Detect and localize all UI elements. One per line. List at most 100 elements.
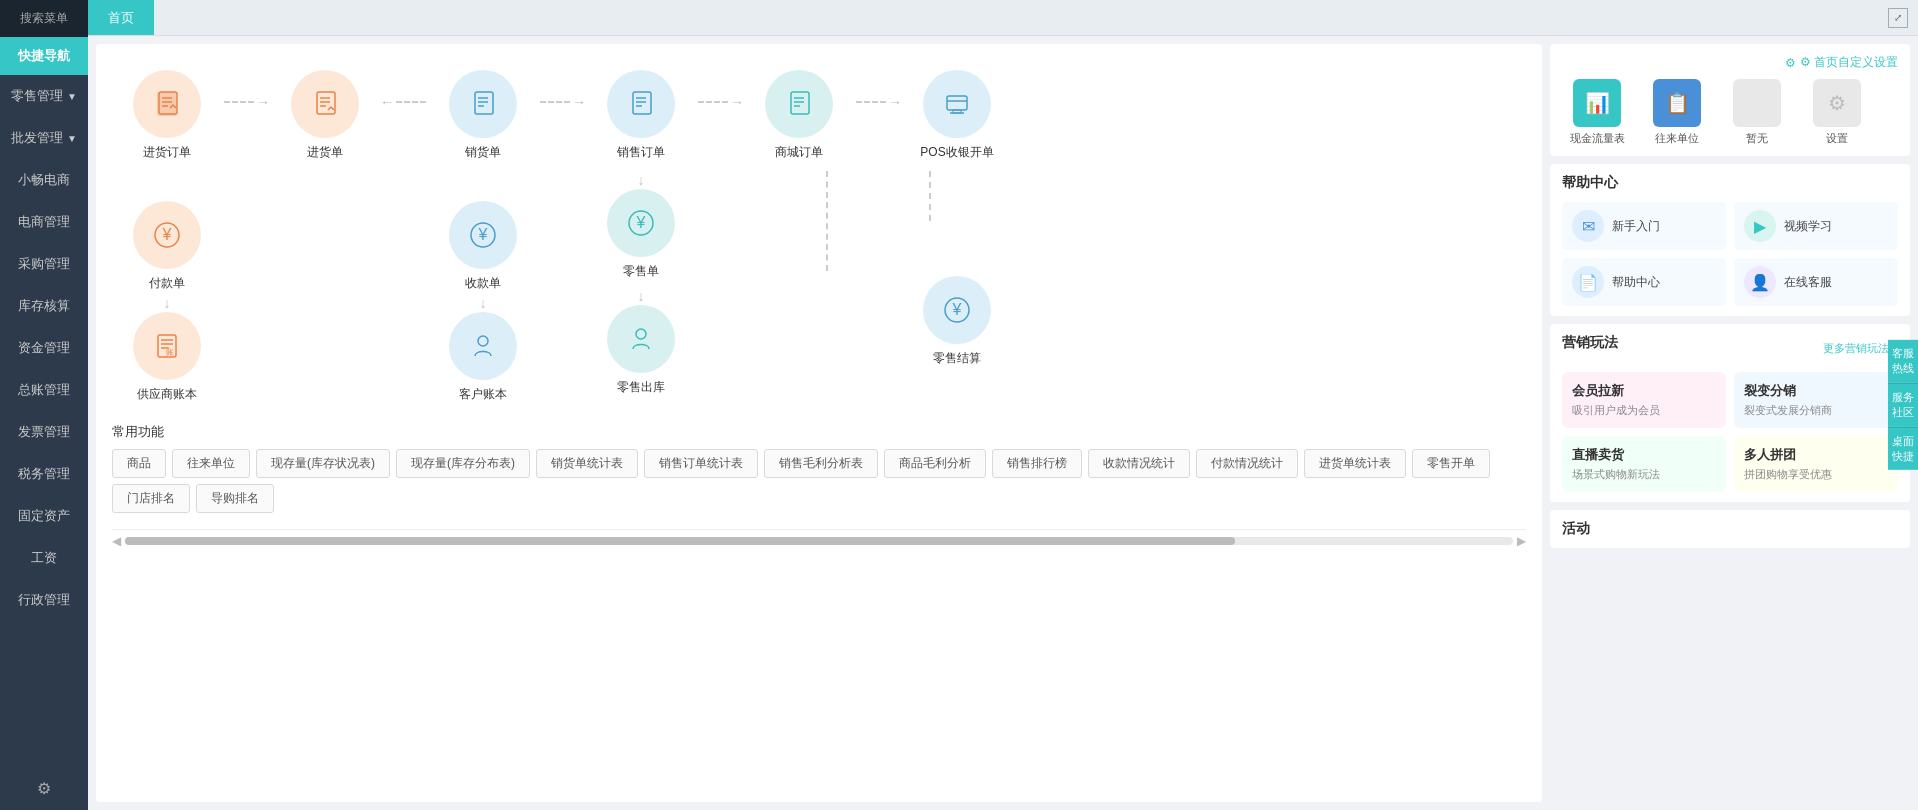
wf-group-mall-order: 商城订单 xyxy=(744,70,854,271)
help-item[interactable]: ✉新手入门 xyxy=(1562,202,1726,250)
sidebar-item-assets[interactable]: 固定资产 xyxy=(0,495,88,537)
float-button[interactable]: 桌面快捷 xyxy=(1888,426,1918,470)
wf-node-supplier-ledger[interactable]: 账 供应商账本 xyxy=(112,312,222,403)
svg-text:账: 账 xyxy=(166,348,174,357)
wf-circle-retail-out xyxy=(607,305,675,373)
workflow-area: 进货订单 ¥ 付款单 xyxy=(112,60,1526,413)
quick-icon-item[interactable]: 📊现金流量表 xyxy=(1562,79,1632,146)
help-item[interactable]: 📄帮助中心 xyxy=(1562,258,1726,306)
sidebar-item-retail[interactable]: 零售管理 ▼ xyxy=(0,75,88,117)
marketing-grid: 会员拉新吸引用户成为会员裂变分销裂变式发展分销商直播卖货场景式购物新玩法多人拼团… xyxy=(1562,372,1898,492)
sidebar-item-ledger[interactable]: 总账管理 xyxy=(0,369,88,411)
func-button[interactable]: 付款情况统计 xyxy=(1196,449,1298,478)
func-button[interactable]: 门店排名 xyxy=(112,484,190,513)
tab-bar: 首页 ⤢ xyxy=(88,0,1918,36)
sidebar-item-finance[interactable]: 资金管理 xyxy=(0,327,88,369)
wf-group-purchase: 进货单 xyxy=(270,70,380,291)
marketing-more-link[interactable]: 更多营销玩法 > xyxy=(1823,341,1898,356)
wf-circle-retail-settlement: ¥ xyxy=(923,276,991,344)
wf-circle-customer-ledger xyxy=(449,312,517,380)
help-item-icon: ▶ xyxy=(1744,210,1776,242)
scroll-left-arrow[interactable]: ◀ xyxy=(112,534,121,548)
help-item[interactable]: 👤在线客服 xyxy=(1734,258,1898,306)
func-button[interactable]: 零售开单 xyxy=(1412,449,1490,478)
marketing-item[interactable]: 多人拼团拼团购物享受优惠 xyxy=(1734,436,1898,492)
func-button[interactable]: 往来单位 xyxy=(172,449,250,478)
down-arrow2-icon: ↓ xyxy=(480,296,487,310)
wf-node-pos[interactable]: POS收银开单 xyxy=(902,70,1012,161)
sidebar-search[interactable]: 搜索菜单 xyxy=(0,0,88,37)
sidebar-item-tax[interactable]: 税务管理 xyxy=(0,453,88,495)
marketing-item-title: 多人拼团 xyxy=(1744,446,1888,464)
quick-icons-settings[interactable]: ⚙ ⚙ 首页自定义设置 xyxy=(1562,54,1898,71)
scroll-bar-area: ◀ ▶ xyxy=(112,529,1526,548)
float-button[interactable]: 服务社区 xyxy=(1888,383,1918,427)
sidebar-item-ecom-mgmt[interactable]: 电商管理 xyxy=(0,201,88,243)
func-button[interactable]: 进货单统计表 xyxy=(1304,449,1406,478)
quick-icon-box: ⚙ xyxy=(1813,79,1861,127)
func-button[interactable]: 导购排名 xyxy=(196,484,274,513)
help-item[interactable]: ▶视频学习 xyxy=(1734,202,1898,250)
quick-icon-box xyxy=(1733,79,1781,127)
wf-node-sales-order[interactable]: 销售订单 xyxy=(586,70,696,161)
sidebar-item-inventory[interactable]: 库存核算 xyxy=(0,285,88,327)
wf-node-retail-out[interactable]: 零售出库 xyxy=(586,305,696,396)
func-button[interactable]: 销售订单统计表 xyxy=(644,449,758,478)
marketing-item[interactable]: 裂变分销裂变式发展分销商 xyxy=(1734,372,1898,428)
func-button[interactable]: 收款情况统计 xyxy=(1088,449,1190,478)
svg-point-22 xyxy=(478,336,488,346)
sidebar-item-admin[interactable]: 行政管理 xyxy=(0,579,88,621)
sidebar-item-salary[interactable]: 工资 xyxy=(0,537,88,579)
quick-icons-row: 📊现金流量表📋往来单位暂无⚙设置 xyxy=(1562,79,1898,146)
help-item-label: 帮助中心 xyxy=(1612,274,1660,291)
marketing-item-title: 直播卖货 xyxy=(1572,446,1716,464)
wf-circle-purchase-order xyxy=(133,70,201,138)
marketing-item-desc: 裂变式发展分销商 xyxy=(1744,403,1888,418)
sidebar-item-wholesale[interactable]: 批发管理 ▼ xyxy=(0,117,88,159)
marketing-item[interactable]: 会员拉新吸引用户成为会员 xyxy=(1562,372,1726,428)
wf-node-retail[interactable]: ¥ 零售单 xyxy=(586,189,696,280)
marketing-title: 营销玩法 xyxy=(1562,334,1618,352)
svg-text:¥: ¥ xyxy=(162,226,172,243)
quick-icon-item[interactable]: ⚙设置 xyxy=(1802,79,1872,146)
sidebar-item-invoice[interactable]: 发票管理 xyxy=(0,411,88,453)
scroll-right-arrow[interactable]: ▶ xyxy=(1517,534,1526,548)
sidebar-nav-active[interactable]: 快捷导航 xyxy=(0,37,88,75)
sidebar-item-purchase[interactable]: 采购管理 xyxy=(0,243,88,285)
quick-icon-item[interactable]: 📋往来单位 xyxy=(1642,79,1712,146)
func-button[interactable]: 现存量(库存分布表) xyxy=(396,449,530,478)
help-panel: 帮助中心 ✉新手入门▶视频学习📄帮助中心👤在线客服 xyxy=(1550,164,1910,316)
settings-icon[interactable]: ⚙ xyxy=(0,767,88,810)
wf-circle-retail: ¥ xyxy=(607,189,675,257)
wf-group-purchase-order: 进货订单 ¥ 付款单 xyxy=(112,70,222,403)
scroll-track[interactable] xyxy=(125,537,1513,545)
wf-node-payment[interactable]: ¥ 付款单 xyxy=(112,201,222,292)
tab-home[interactable]: 首页 xyxy=(88,0,154,35)
quick-icon-item[interactable]: 暂无 xyxy=(1722,79,1792,146)
func-button[interactable]: 销售毛利分析表 xyxy=(764,449,878,478)
settings-gear-icon: ⚙ xyxy=(1785,56,1796,70)
wf-node-sales[interactable]: 销货单 xyxy=(428,70,538,161)
tab-bar-right: ⤢ xyxy=(1888,0,1918,35)
func-button[interactable]: 销售排行榜 xyxy=(992,449,1082,478)
marketing-item[interactable]: 直播卖货场景式购物新玩法 xyxy=(1562,436,1726,492)
wf-node-purchase-order[interactable]: 进货订单 xyxy=(112,70,222,161)
fullscreen-button[interactable]: ⤢ xyxy=(1888,8,1908,28)
activity-section: 活动 xyxy=(1550,510,1910,548)
func-button[interactable]: 商品毛利分析 xyxy=(884,449,986,478)
func-grid: 商品往来单位现存量(库存状况表)现存量(库存分布表)销货单统计表销售订单统计表销… xyxy=(112,449,1526,513)
wf-node-purchase[interactable]: 进货单 xyxy=(270,70,380,161)
sidebar-item-ecom[interactable]: 小畅电商 xyxy=(0,159,88,201)
wf-node-retail-settlement[interactable]: ¥ 零售结算 xyxy=(902,276,1012,367)
svg-text:¥: ¥ xyxy=(478,226,488,243)
wf-node-receipt[interactable]: ¥ 收款单 xyxy=(428,201,538,292)
wf-node-customer-ledger[interactable]: 客户账本 xyxy=(428,312,538,403)
func-button[interactable]: 现存量(库存状况表) xyxy=(256,449,390,478)
float-button[interactable]: 客服热线 xyxy=(1888,340,1918,383)
func-button[interactable]: 销货单统计表 xyxy=(536,449,638,478)
wf-node-mall-order[interactable]: 商城订单 xyxy=(744,70,854,161)
func-button[interactable]: 商品 xyxy=(112,449,166,478)
quick-icons-panel: ⚙ ⚙ 首页自定义设置 📊现金流量表📋往来单位暂无⚙设置 xyxy=(1550,44,1910,156)
quick-icon-box: 📋 xyxy=(1653,79,1701,127)
wf-circle-mall-order xyxy=(765,70,833,138)
